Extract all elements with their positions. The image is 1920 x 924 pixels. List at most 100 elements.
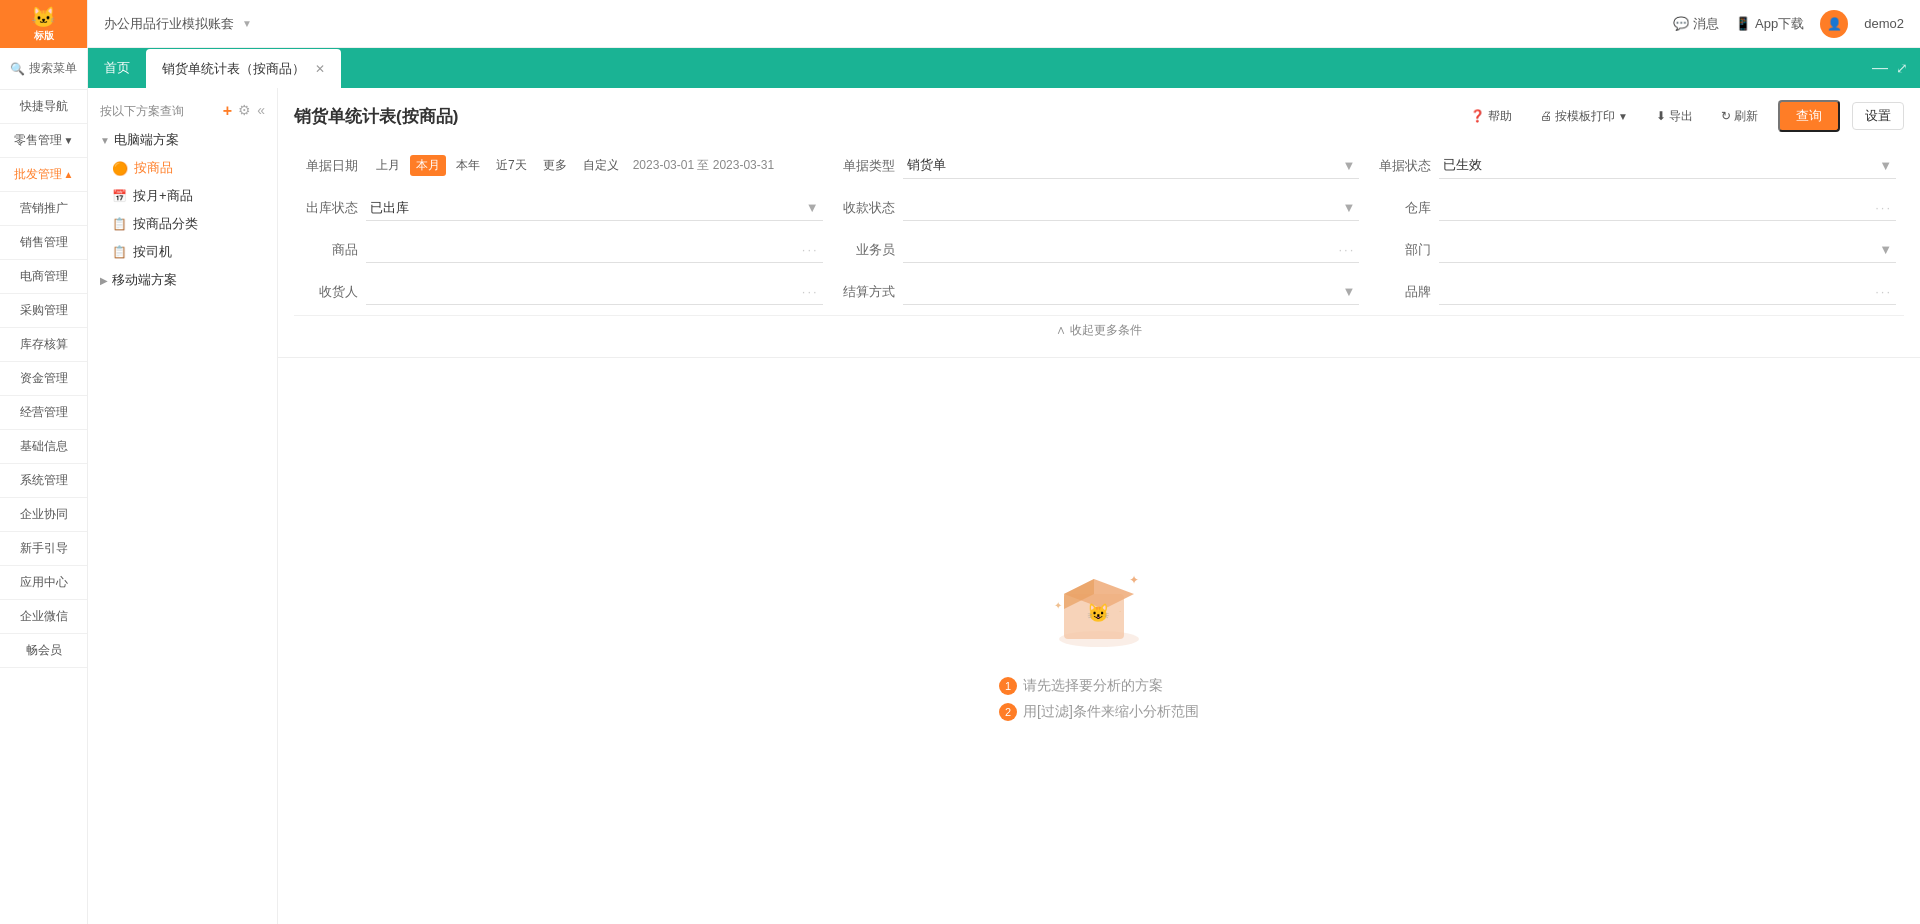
date-tab-more[interactable]: 更多 (537, 155, 573, 176)
goods-dots-icon[interactable]: ··· (802, 242, 819, 257)
goods-label: 商品 (302, 241, 358, 259)
filter-row-1: 单据日期 上月 本月 本年 近7天 更多 自定义 2023-03-01 至 20… (294, 148, 1904, 183)
date-tab-this-month[interactable]: 本月 (410, 155, 446, 176)
help-icon: ❓ (1470, 109, 1485, 123)
sidebar-item-basic[interactable]: 基础信息 (0, 430, 87, 464)
sidebar-item-newbie[interactable]: 新手引导 (0, 532, 87, 566)
docstatus-value[interactable]: 已生效 ▼ (1439, 153, 1896, 179)
outstatus-caret-icon: ▼ (806, 200, 819, 215)
outstatus-label: 出库状态 (302, 199, 358, 217)
brand-value[interactable]: ··· (1439, 279, 1896, 305)
sidebar-item-retail[interactable]: 零售管理 ▼ (0, 124, 87, 158)
outstatus-value[interactable]: 已出库 ▼ (366, 195, 823, 221)
department-value[interactable]: ▼ (1439, 237, 1896, 263)
salesperson-value[interactable]: ··· (903, 237, 1360, 263)
pc-expand-icon: ▼ (100, 135, 110, 146)
sidebar-item-operations[interactable]: 经营管理 (0, 396, 87, 430)
date-label: 单据日期 (302, 157, 358, 175)
warehouse-dots-icon[interactable]: ··· (1875, 200, 1892, 215)
sidebar-item-system[interactable]: 系统管理 (0, 464, 87, 498)
by-goods-label: 按商品 (134, 159, 173, 177)
filter-row-4: 收货人 ··· 结算方式 ▼ (294, 275, 1904, 309)
sidebar-item-ecommerce[interactable]: 电商管理 (0, 260, 87, 294)
refresh-icon: ↻ (1721, 109, 1731, 123)
date-filter-value[interactable]: 上月 本月 本年 近7天 更多 自定义 2023-03-01 至 2023-03… (366, 152, 823, 179)
sidebar-item-member[interactable]: 畅会员 (0, 634, 87, 668)
user-label[interactable]: demo2 (1864, 16, 1904, 31)
user-avatar[interactable]: 👤 (1820, 10, 1848, 38)
sidebar-item-marketing[interactable]: 营销推广 (0, 192, 87, 226)
recipient-value[interactable]: ··· (366, 279, 823, 305)
tab-home[interactable]: 首页 (88, 48, 146, 88)
doctype-value[interactable]: 销货单 ▼ (903, 153, 1360, 179)
settings-button[interactable]: 设置 (1852, 102, 1904, 130)
sidebar-item-purchase[interactable]: 采购管理 (0, 294, 87, 328)
tree-pc-label: 电脑端方案 (114, 131, 179, 149)
hint-item-1: 1 请先选择要分析的方案 (999, 677, 1199, 695)
collapse-bar[interactable]: ∧ 收起更多条件 (294, 315, 1904, 345)
sidebar-item-app-center[interactable]: 应用中心 (0, 566, 87, 600)
filter-payment-cell: 结算方式 ▼ (831, 275, 1368, 309)
sidebar-item-enterprise[interactable]: 企业协同 (0, 498, 87, 532)
recipient-dots-icon[interactable]: ··· (802, 284, 819, 299)
tab-maximize-icon[interactable]: ⤢ (1896, 60, 1908, 76)
tab-bar: 首页 销货单统计表（按商品） ✕ — ⤢ (88, 48, 1920, 88)
salesperson-dots-icon[interactable]: ··· (1338, 242, 1355, 257)
panel-add-icon[interactable]: + (223, 102, 232, 120)
sidebar-item-wechat[interactable]: 企业微信 (0, 600, 87, 634)
refresh-button[interactable]: ↻ 刷新 (1713, 106, 1766, 127)
filter-warehouse-cell: 仓库 ··· (1367, 191, 1904, 225)
svg-text:✦: ✦ (1054, 600, 1062, 611)
tree-pc-scheme[interactable]: ▼ 电脑端方案 (88, 126, 277, 154)
app-download-button[interactable]: 📱 App下载 (1735, 15, 1804, 33)
doctype-label: 单据类型 (839, 157, 895, 175)
workspace-dropdown-icon[interactable]: ▼ (242, 18, 252, 29)
search-menu-button[interactable]: 🔍 搜索菜单 (6, 56, 81, 81)
brand-dots-icon[interactable]: ··· (1875, 284, 1892, 299)
receivestatus-value[interactable]: ▼ (903, 195, 1360, 221)
date-tab-custom[interactable]: 自定义 (577, 155, 625, 176)
tab-sales-stat[interactable]: 销货单统计表（按商品） ✕ (146, 49, 341, 89)
tree-by-month-goods[interactable]: 📅 按月+商品 (88, 182, 277, 210)
tree-by-goods[interactable]: 🟠 按商品 (88, 154, 277, 182)
filter-recipient-cell: 收货人 ··· (294, 275, 831, 309)
sidebar-item-sales-mgmt[interactable]: 销售管理 (0, 226, 87, 260)
print-dropdown-icon[interactable]: ▼ (1618, 111, 1628, 122)
sidebar-item-quick-nav[interactable]: 快捷导航 (0, 90, 87, 124)
help-button[interactable]: ❓ 帮助 (1462, 106, 1520, 127)
tree-by-category[interactable]: 📋 按商品分类 (88, 210, 277, 238)
sidebar-item-inventory[interactable]: 库存核算 (0, 328, 87, 362)
filter-date-cell: 单据日期 上月 本月 本年 近7天 更多 自定义 2023-03-01 至 20… (294, 148, 831, 183)
print-button[interactable]: 🖨 按模板打印 ▼ (1532, 106, 1636, 127)
date-tab-this-year[interactable]: 本年 (450, 155, 486, 176)
date-tab-last-month[interactable]: 上月 (370, 155, 406, 176)
payment-value[interactable]: ▼ (903, 279, 1360, 305)
main-area: 办公用品行业模拟账套 ▼ 💬 消息 📱 App下载 👤 demo2 首页 销货单… (88, 0, 1920, 924)
tab-minimize-icon[interactable]: — (1872, 59, 1888, 77)
panel-actions: + ⚙ « (223, 102, 265, 120)
empty-icon: 😺 ✦ ✦ · (1039, 554, 1159, 657)
panel-settings-icon[interactable]: ⚙ (238, 102, 251, 120)
payment-label: 结算方式 (839, 283, 895, 301)
tab-close-icon[interactable]: ✕ (315, 62, 325, 76)
hint-num-1: 1 (999, 677, 1017, 695)
tree-mobile-scheme[interactable]: ▶ 移动端方案 (88, 266, 277, 294)
by-month-label: 按月+商品 (133, 187, 193, 205)
export-button[interactable]: ⬇ 导出 (1648, 106, 1701, 127)
date-range: 2023-03-01 至 2023-03-31 (633, 157, 774, 174)
app-logo[interactable]: 🐱 标版 (0, 0, 87, 48)
warehouse-value[interactable]: ··· (1439, 195, 1896, 221)
tree-by-cashier[interactable]: 📋 按司机 (88, 238, 277, 266)
query-button[interactable]: 查询 (1778, 100, 1840, 132)
content-area: 按以下方案查询 + ⚙ « ▼ 电脑端方案 🟠 按商品 📅 按月+商品 (88, 88, 1920, 924)
left-panel: 按以下方案查询 + ⚙ « ▼ 电脑端方案 🟠 按商品 📅 按月+商品 (88, 88, 278, 924)
empty-state: 😺 ✦ ✦ · 1 请先选择要分析的方案 2 用[过滤]条件来缩小分析范围 (278, 358, 1920, 924)
date-tab-7days[interactable]: 近7天 (490, 155, 533, 176)
by-cashier-label: 按司机 (133, 243, 172, 261)
goods-value[interactable]: ··· (366, 237, 823, 263)
sidebar-item-wholesale[interactable]: 批发管理 ▲ (0, 158, 87, 192)
filter-row-3: 商品 ··· 业务员 ··· (294, 233, 1904, 267)
panel-collapse-icon[interactable]: « (257, 102, 265, 120)
message-button[interactable]: 💬 消息 (1673, 15, 1719, 33)
sidebar-item-finance[interactable]: 资金管理 (0, 362, 87, 396)
